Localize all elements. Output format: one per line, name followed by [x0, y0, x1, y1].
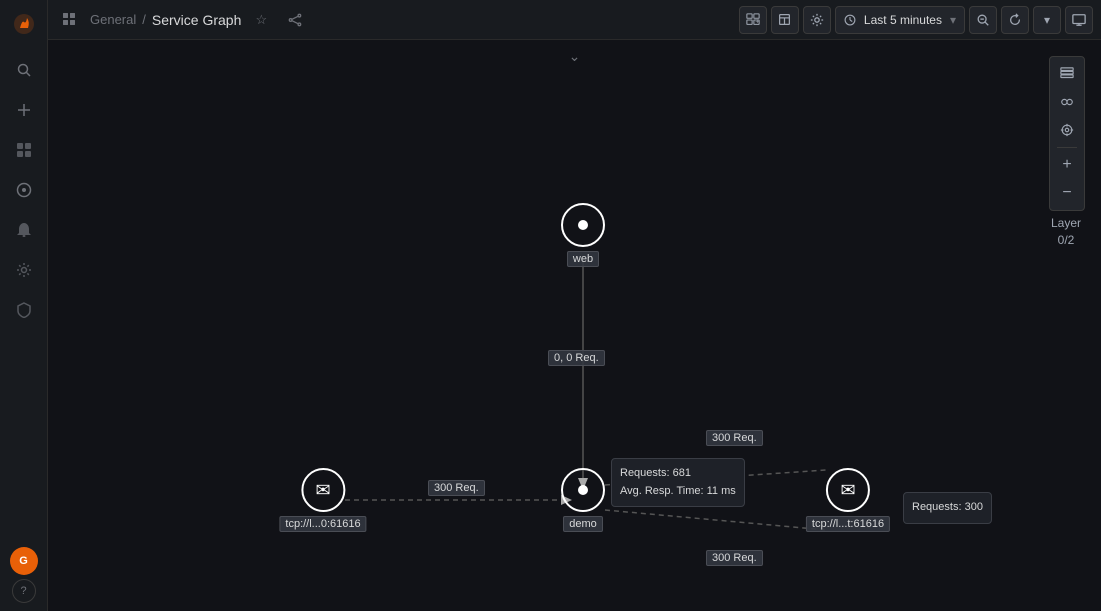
time-range-label: Last 5 minutes — [864, 13, 942, 27]
node-mail-right[interactable]: ✉ tcp://l...t:61616 — [806, 468, 890, 532]
node-demo-label: demo — [563, 516, 603, 532]
dashboard-menu-button[interactable] — [56, 6, 84, 34]
graph-zoom-out-button[interactable]: − — [1054, 180, 1080, 206]
page-title: Service Graph — [152, 12, 241, 28]
tooltip-resptime: Avg. Resp. Time: 11 ms — [620, 483, 736, 501]
mail-right-icon: ✉ — [840, 480, 855, 501]
node-mail-left-circle[interactable]: ✉ — [301, 468, 345, 512]
cursor-indicator: ⬾ — [670, 455, 681, 472]
node-demo[interactable]: demo — [561, 468, 605, 532]
node-web-circle[interactable] — [561, 203, 605, 247]
topbar-left: General / Service Graph ☆ — [56, 6, 733, 34]
graph-zoom-in-button[interactable]: + — [1054, 152, 1080, 178]
dashboard-settings-button[interactable] — [771, 6, 799, 34]
edge-label-demo-right-top: 300 Req. — [706, 430, 763, 446]
node-mail-left[interactable]: ✉ tcp://l...0:61616 — [279, 468, 366, 532]
refresh-button[interactable] — [1001, 6, 1029, 34]
sidebar-add[interactable] — [6, 92, 42, 128]
time-range-picker[interactable]: Last 5 minutes ▾ — [835, 6, 965, 34]
node-mail-right-tooltip: Requests: 300 — [903, 492, 992, 524]
topbar: General / Service Graph ☆ — [48, 0, 1101, 40]
sidebar-explore[interactable] — [6, 172, 42, 208]
sidebar-alerts[interactable] — [6, 212, 42, 248]
graph-ctrl-target-icon[interactable] — [1054, 117, 1080, 143]
sidebar-bottom: G ? — [10, 547, 38, 603]
sidebar-shield[interactable] — [6, 292, 42, 328]
layer-value: 0/2 — [1051, 232, 1081, 249]
topbar-right: + — [739, 6, 1093, 34]
edge-label-left-demo: 300 Req. — [428, 480, 485, 496]
node-mail-right-label: tcp://l...t:61616 — [806, 516, 890, 532]
avatar[interactable]: G — [10, 547, 38, 575]
app-logo[interactable] — [8, 8, 40, 40]
sidebar-dashboards[interactable] — [6, 132, 42, 168]
node-web-dot — [578, 220, 588, 230]
sidebar-search[interactable] — [6, 52, 42, 88]
node-demo-tooltip: Requests: 681 Avg. Resp. Time: 11 ms — [611, 458, 745, 507]
node-demo-circle[interactable] — [561, 468, 605, 512]
node-mail-right-circle[interactable]: ✉ — [826, 468, 870, 512]
main-content: General / Service Graph ☆ — [48, 0, 1101, 611]
node-mail-left-label: tcp://l...0:61616 — [279, 516, 366, 532]
layer-title: Layer — [1051, 215, 1081, 232]
tv-mode-button[interactable] — [1065, 6, 1093, 34]
breadcrumb-home[interactable]: General — [90, 12, 136, 27]
node-demo-dot — [578, 485, 588, 495]
svg-text:+: + — [755, 18, 759, 25]
graph-canvas[interactable]: ⌄ web 0, 0 Req. — [48, 40, 1101, 611]
sidebar-settings[interactable] — [6, 252, 42, 288]
graph-controls-panel: + − — [1049, 56, 1085, 211]
graph-ctrl-group-icon[interactable] — [1054, 89, 1080, 115]
star-button[interactable]: ☆ — [247, 6, 275, 34]
more-button[interactable]: ▾ — [1033, 6, 1061, 34]
edge-label-web-demo: 0, 0 Req. — [548, 350, 605, 366]
settings-button[interactable] — [803, 6, 831, 34]
sidebar-help[interactable]: ? — [12, 579, 36, 603]
tooltip-requests: Requests: 681 — [620, 465, 736, 483]
layer-label: Layer 0/2 — [1051, 215, 1081, 249]
add-panel-button[interactable]: + — [739, 6, 767, 34]
share-button[interactable] — [281, 6, 309, 34]
graph-ctrl-divider — [1057, 147, 1077, 148]
node-web-label: web — [567, 251, 599, 267]
graph-ctrl-layers-icon[interactable] — [1054, 61, 1080, 87]
time-chevron-icon: ▾ — [950, 13, 956, 27]
canvas-chevron-icon[interactable]: ⌄ — [569, 48, 581, 65]
breadcrumb-separator: / — [142, 12, 146, 27]
mail-left-icon: ✉ — [315, 480, 330, 501]
node-web[interactable]: web — [561, 203, 605, 267]
edge-label-demo-right-bot: 300 Req. — [706, 550, 763, 566]
zoom-out-button[interactable] — [969, 6, 997, 34]
sidebar: G ? — [0, 0, 48, 611]
